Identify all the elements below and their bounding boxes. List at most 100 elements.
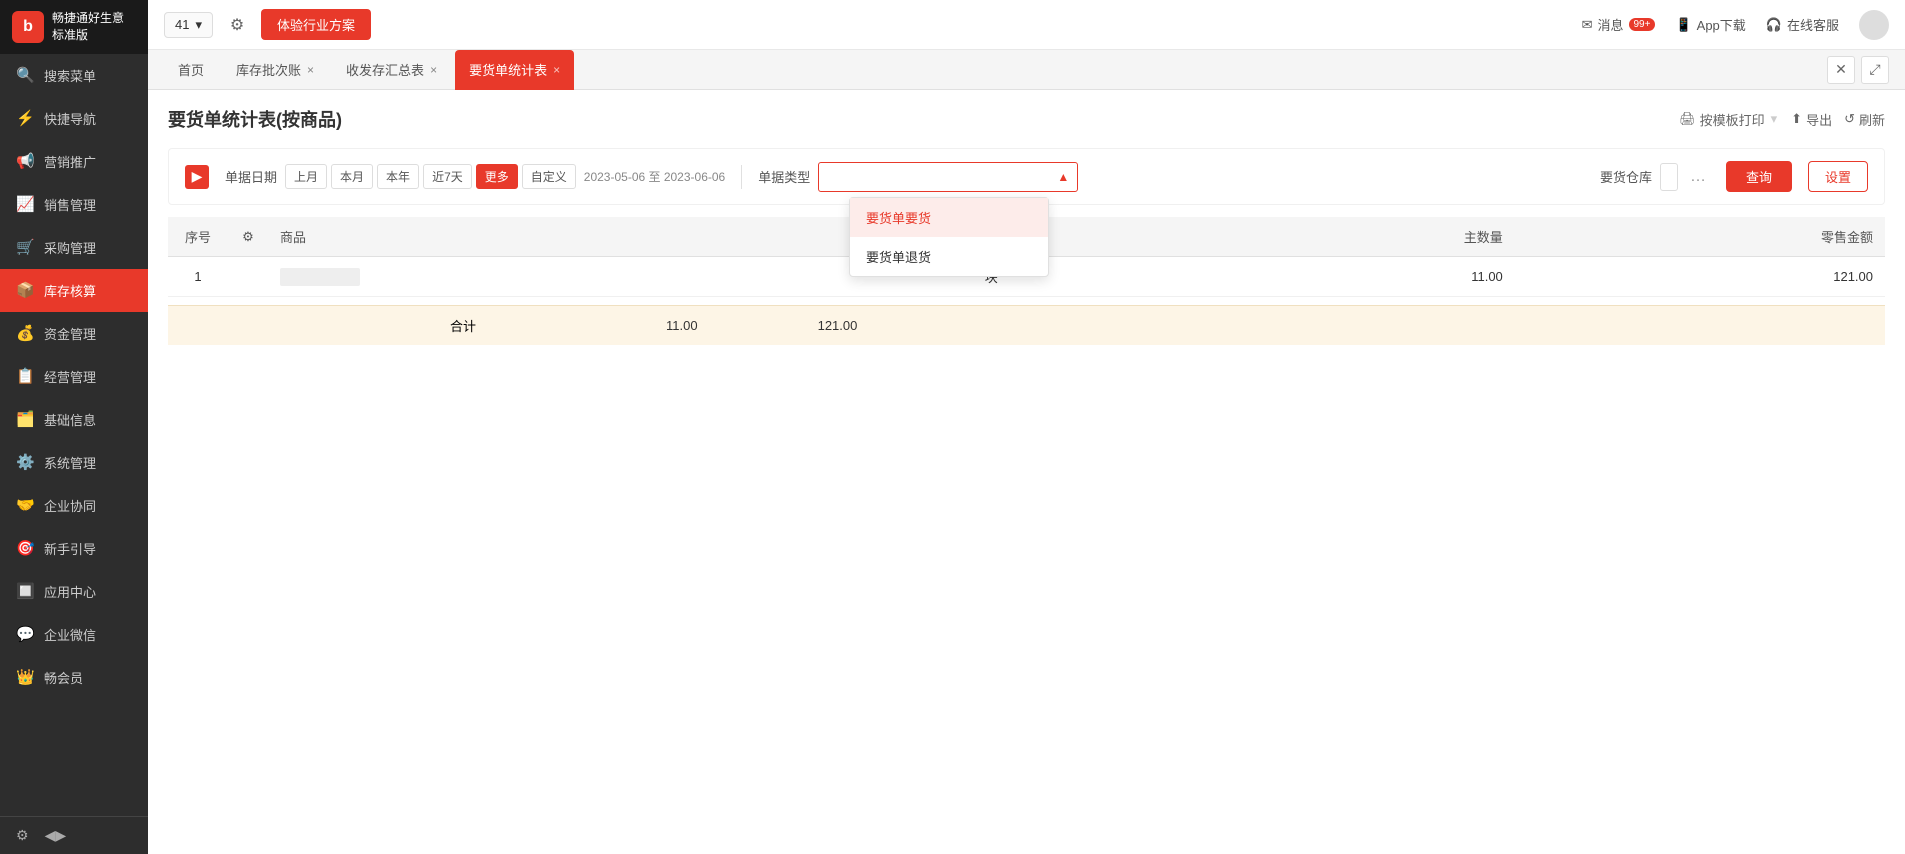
sidebar-item-sales[interactable]: 📈销售管理	[0, 183, 148, 226]
date-btn-custom[interactable]: 自定义	[522, 164, 576, 189]
tabs-expand-btn[interactable]: ⤢	[1861, 56, 1889, 84]
print-btn[interactable]: 🖨 按模板打印 ▾	[1679, 110, 1779, 129]
export-btn[interactable]: ⬆ 导出	[1791, 110, 1832, 129]
sidebar-item-inventory[interactable]: 📦 库存核算	[0, 269, 148, 312]
sidebar-item-search[interactable]: 🔍搜索菜单	[0, 54, 148, 97]
filter-expand-btn[interactable]: ▶	[185, 165, 209, 189]
query-btn[interactable]: 查询	[1726, 161, 1792, 192]
app-download-label: App下载	[1697, 15, 1746, 34]
sidebar-item-operations[interactable]: 📋经营管理	[0, 355, 148, 398]
sidebar-item-enterprise[interactable]: 🤝 企业协同	[0, 484, 148, 527]
sidebar-icon-sales: 📈	[16, 195, 34, 213]
sidebar-label-wechat: 企业微信	[44, 625, 96, 644]
sidebar-item-wechat[interactable]: 💬 企业微信	[0, 613, 148, 656]
messages-badge: 99+	[1629, 18, 1656, 31]
sidebar-settings-btn[interactable]: ⚙	[16, 827, 29, 844]
tab-shipment[interactable]: 收发存汇总表 ×	[332, 50, 451, 90]
col-quantity: 主数量	[1208, 217, 1515, 257]
product-name-1	[280, 268, 360, 286]
page-title: 要货单统计表(按商品)	[168, 106, 342, 132]
filter-divider-1	[741, 165, 742, 189]
total-label: 合计	[450, 316, 476, 335]
sidebar-collapse-btn[interactable]: ◀▶	[45, 827, 67, 844]
tab-shipment-label: 收发存汇总表	[346, 60, 424, 79]
export-label: 导出	[1806, 110, 1832, 129]
sidebar-icon-system: ⚙️	[16, 453, 34, 471]
sidebar-item-basic[interactable]: 🗂️基础信息	[0, 398, 148, 441]
sidebar-item-system[interactable]: ⚙️系统管理	[0, 441, 148, 484]
tabs-actions: ✕ ⤢	[1827, 56, 1889, 84]
refresh-btn[interactable]: ↺ 刷新	[1844, 110, 1885, 129]
sidebar-label-inventory: 库存核算	[44, 281, 96, 300]
date-btn-this-year[interactable]: 本年	[377, 164, 419, 189]
tab-order-stat[interactable]: 要货单统计表 ×	[455, 50, 574, 90]
tab-shipment-close[interactable]: ×	[430, 63, 437, 77]
support-btn[interactable]: 🎧 在线客服	[1766, 15, 1839, 34]
cell-product-1	[268, 257, 774, 297]
dropdown-item-return[interactable]: 要货单退货	[850, 237, 1048, 276]
sidebar-item-finance[interactable]: 💰 资金管理	[0, 312, 148, 355]
user-avatar[interactable]	[1859, 10, 1889, 40]
store-selector[interactable]: 41 ▾	[164, 12, 213, 38]
tab-order-stat-label: 要货单统计表	[469, 60, 547, 79]
total-quantity: 11.00	[606, 318, 758, 333]
sidebar-label-basic: 基础信息	[44, 410, 96, 429]
sidebar-icon-finance: 💰	[16, 324, 34, 342]
cell-settings-1	[228, 257, 268, 297]
date-btn-more[interactable]: 更多	[476, 164, 518, 189]
sidebar-menu: 🔍搜索菜单⚡快捷导航📢营销推广📈销售管理🛒采购管理 📦 库存核算 💰 资金管理 📋经营管理…	[0, 54, 148, 816]
dropdown-item-demand[interactable]: 要货单要货	[850, 198, 1048, 237]
sidebar-label-enterprise: 企业协同	[44, 496, 96, 515]
tabs-bar: 首页 库存批次账 × 收发存汇总表 × 要货单统计表 × ✕ ⤢	[148, 50, 1905, 90]
date-filter-group: 单据日期 上月 本月 本年 近7天 更多 自定义 2023-05-06 至 20…	[225, 164, 725, 189]
sidebar-label-apps: 应用中心	[44, 582, 96, 601]
sidebar-icon-operations: 📋	[16, 367, 34, 385]
col-amount: 零售金额	[1515, 217, 1885, 257]
warehouse-input[interactable]	[1660, 163, 1678, 191]
sidebar-label-marketing: 营销推广	[44, 152, 96, 171]
cell-amount-1: 121.00	[1515, 257, 1885, 297]
tab-batch-close[interactable]: ×	[307, 63, 314, 77]
download-icon: 📱	[1675, 17, 1691, 33]
type-dropdown: 要货单要货 要货单退货	[849, 197, 1049, 277]
date-btn-last-month[interactable]: 上月	[285, 164, 327, 189]
sidebar-item-member[interactable]: 👑畅会员	[0, 656, 148, 699]
sidebar-icon-enterprise: 🤝	[16, 496, 34, 514]
sidebar-item-guide[interactable]: 🎯新手引导	[0, 527, 148, 570]
sidebar-item-marketing[interactable]: 📢营销推广	[0, 140, 148, 183]
date-label: 单据日期	[225, 167, 277, 186]
logo-text: 畅捷通好生意 标准版	[52, 10, 124, 44]
sidebar-label-guide: 新手引导	[44, 539, 96, 558]
trial-btn[interactable]: 体验行业方案	[261, 9, 371, 40]
total-amount: 121.00	[758, 318, 918, 333]
tab-order-stat-close[interactable]: ×	[553, 63, 560, 77]
refresh-icon: ↺	[1844, 111, 1855, 127]
messages-btn[interactable]: ✉ 消息 99+	[1582, 15, 1656, 34]
filter-bar: ▶ 单据日期 上月 本月 本年 近7天 更多 自定义 2023-05-06 至 …	[168, 148, 1885, 205]
sidebar-item-shortcut[interactable]: ⚡快捷导航	[0, 97, 148, 140]
type-select-field[interactable]: ▲	[818, 162, 1078, 192]
topbar-gear-btn[interactable]: ⚙	[223, 11, 251, 39]
type-select-chevron-up[interactable]: ▲	[1049, 166, 1077, 188]
tab-batch[interactable]: 库存批次账 ×	[222, 50, 328, 90]
tab-home[interactable]: 首页	[164, 50, 218, 90]
settings-btn[interactable]: 设置	[1808, 161, 1868, 192]
warehouse-more-icon[interactable]: …	[1686, 168, 1710, 186]
date-btn-7days[interactable]: 近7天	[423, 164, 472, 189]
col-settings[interactable]: ⚙	[228, 217, 268, 257]
sidebar-label-finance: 资金管理	[44, 324, 96, 343]
warehouse-label: 要货仓库	[1600, 167, 1652, 186]
page-inner: 要货单统计表(按商品) 🖨 按模板打印 ▾ ⬆ 导出 ↺ 刷新	[148, 90, 1905, 854]
date-btn-this-month[interactable]: 本月	[331, 164, 373, 189]
sidebar-item-purchase[interactable]: 🛒采购管理	[0, 226, 148, 269]
col-product: 商品	[268, 217, 774, 257]
sidebar-icon-wechat: 💬	[16, 625, 34, 643]
sidebar-icon-inventory: 📦	[16, 281, 34, 299]
messages-label: 消息	[1597, 15, 1623, 34]
sidebar-item-apps[interactable]: 🔲应用中心	[0, 570, 148, 613]
app-download-btn[interactable]: 📱 App下载	[1675, 15, 1745, 34]
print-icon: 🖨	[1679, 111, 1696, 127]
type-select-value	[819, 163, 1049, 191]
type-label: 单据类型	[758, 167, 810, 186]
tabs-close-btn[interactable]: ✕	[1827, 56, 1855, 84]
